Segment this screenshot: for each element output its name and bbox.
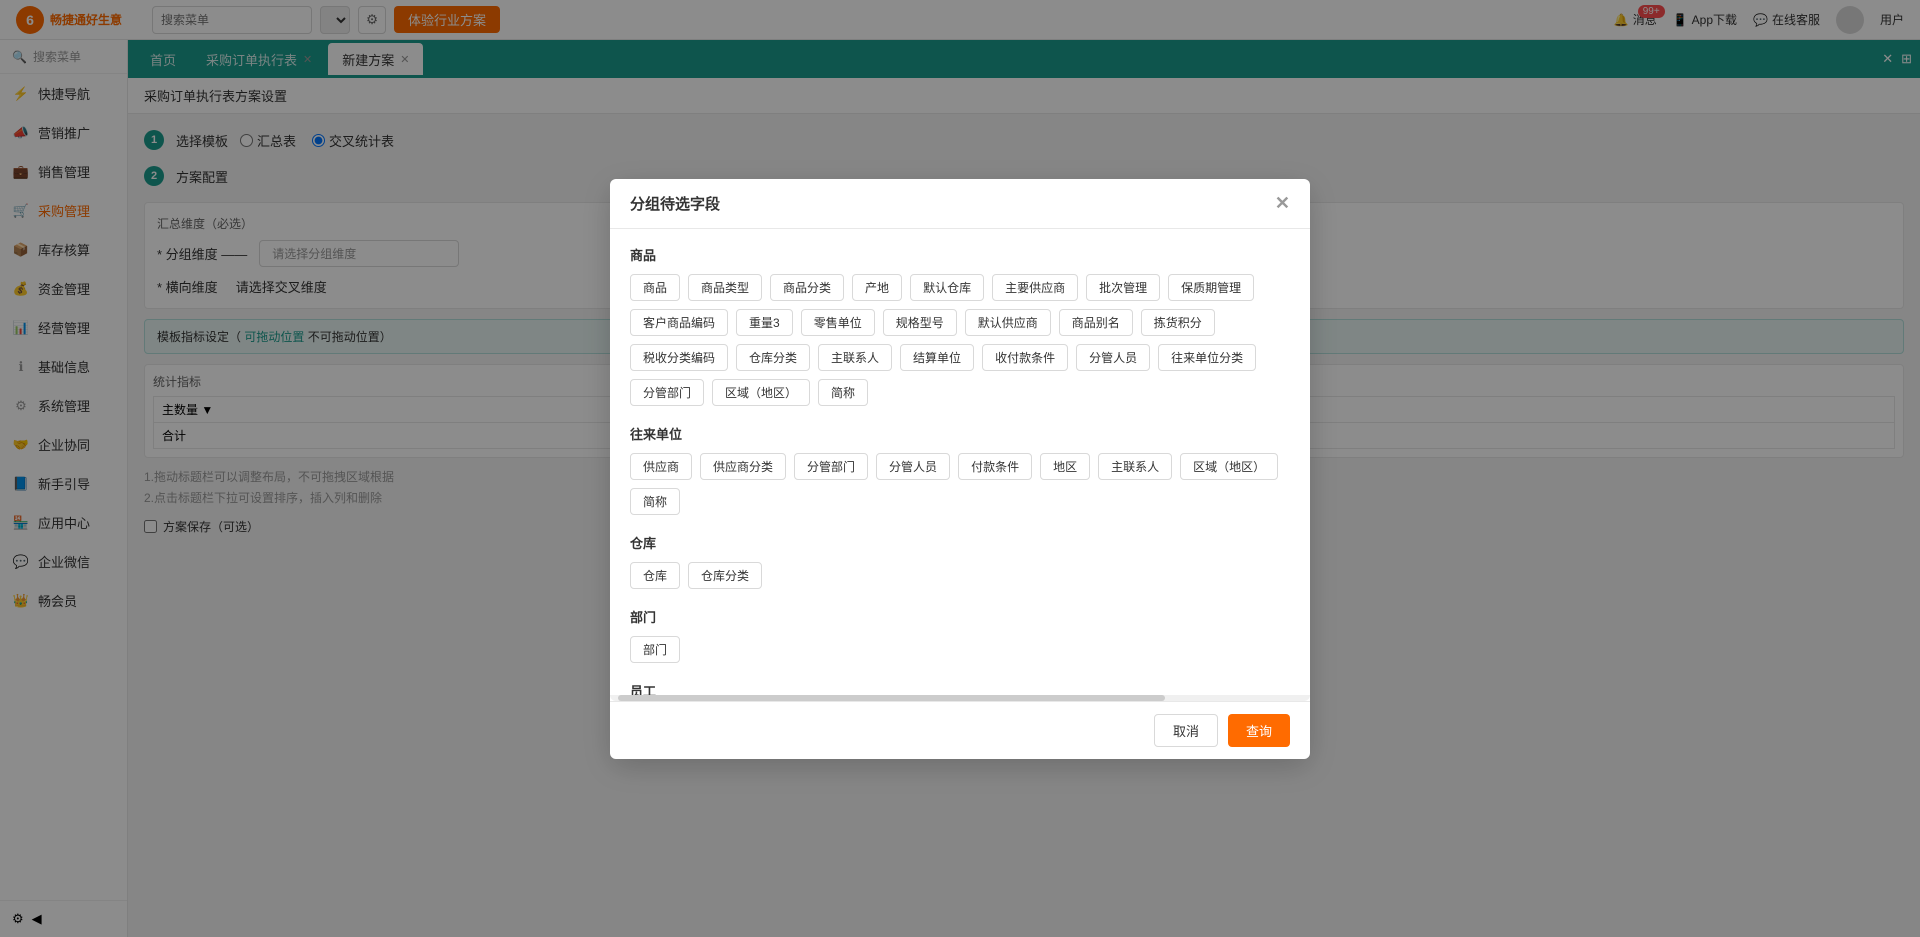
- field-tag-0-16[interactable]: 仓库分类: [736, 344, 810, 371]
- field-tag-0-4[interactable]: 默认仓库: [910, 274, 984, 301]
- modal-footer: 取消 查询: [610, 701, 1310, 759]
- field-tag-1-0[interactable]: 供应商: [630, 453, 692, 480]
- field-tag-1-1[interactable]: 供应商分类: [700, 453, 786, 480]
- field-tag-0-19[interactable]: 收付款条件: [982, 344, 1068, 371]
- modal-close-button[interactable]: ✕: [1275, 193, 1290, 214]
- modal-header: 分组待选字段 ✕: [610, 179, 1310, 229]
- field-tags-3: 部门: [630, 636, 1290, 663]
- field-tag-1-7[interactable]: 区域（地区）: [1180, 453, 1278, 480]
- field-tag-0-17[interactable]: 主联系人: [818, 344, 892, 371]
- field-tag-0-6[interactable]: 批次管理: [1086, 274, 1160, 301]
- field-tag-0-0[interactable]: 商品: [630, 274, 680, 301]
- modal-title: 分组待选字段: [630, 193, 720, 214]
- field-tags-1: 供应商供应商分类分管部门分管人员付款条件地区主联系人区域（地区） 简称: [630, 453, 1290, 515]
- section-title-2: 仓库: [630, 533, 1290, 552]
- field-tag-0-21[interactable]: 往来单位分类: [1158, 344, 1256, 371]
- section-title-0: 商品: [630, 245, 1290, 264]
- field-section-0: 商品商品商品类型商品分类产地默认仓库主要供应商批次管理保质期管理客户商品编码重量…: [630, 245, 1290, 406]
- field-tag-0-22[interactable]: 分管部门: [630, 379, 704, 406]
- field-tag-0-14[interactable]: 拣货积分: [1141, 309, 1215, 336]
- field-tag-3-0[interactable]: 部门: [630, 636, 680, 663]
- field-tag-1-6[interactable]: 主联系人: [1098, 453, 1172, 480]
- field-tag-1-2[interactable]: 分管部门: [794, 453, 868, 480]
- field-tag-0-11[interactable]: 规格型号: [883, 309, 957, 336]
- modal: 分组待选字段 ✕ 商品商品商品类型商品分类产地默认仓库主要供应商批次管理保质期管…: [610, 179, 1310, 759]
- field-tag-0-23[interactable]: 区域（地区）: [712, 379, 810, 406]
- field-tag-1-3[interactable]: 分管人员: [876, 453, 950, 480]
- field-tag-1-4[interactable]: 付款条件: [958, 453, 1032, 480]
- field-tag-2-0[interactable]: 仓库: [630, 562, 680, 589]
- field-tag-0-10[interactable]: 零售单位: [801, 309, 875, 336]
- field-tag-0-3[interactable]: 产地: [852, 274, 902, 301]
- modal-overlay: 分组待选字段 ✕ 商品商品商品类型商品分类产地默认仓库主要供应商批次管理保质期管…: [0, 0, 1920, 937]
- field-tag-0-15[interactable]: 税收分类编码: [630, 344, 728, 371]
- field-tag-0-18[interactable]: 结算单位: [900, 344, 974, 371]
- field-tag-0-8[interactable]: 客户商品编码: [630, 309, 728, 336]
- field-section-1: 往来单位供应商供应商分类分管部门分管人员付款条件地区主联系人区域（地区） 简称: [630, 424, 1290, 515]
- field-tag-0-12[interactable]: 默认供应商: [965, 309, 1051, 336]
- field-tag-0-7[interactable]: 保质期管理: [1168, 274, 1254, 301]
- field-tag-0-24[interactable]: 简称: [818, 379, 868, 406]
- field-section-4: 员工业务员: [630, 681, 1290, 695]
- field-tag-0-2[interactable]: 商品分类: [770, 274, 844, 301]
- modal-body[interactable]: 商品商品商品类型商品分类产地默认仓库主要供应商批次管理保质期管理客户商品编码重量…: [610, 229, 1310, 695]
- field-tags-2: 仓库仓库分类: [630, 562, 1290, 589]
- field-tag-0-1[interactable]: 商品类型: [688, 274, 762, 301]
- field-tag-1-8[interactable]: 简称: [630, 488, 680, 515]
- field-tag-0-9[interactable]: 重量3: [736, 309, 793, 336]
- field-section-2: 仓库仓库仓库分类: [630, 533, 1290, 589]
- section-title-1: 往来单位: [630, 424, 1290, 443]
- field-tag-0-20[interactable]: 分管人员: [1076, 344, 1150, 371]
- field-tag-1-5[interactable]: 地区: [1040, 453, 1090, 480]
- field-tags-0: 商品商品类型商品分类产地默认仓库主要供应商批次管理保质期管理客户商品编码重量3 零…: [630, 274, 1290, 406]
- cancel-button[interactable]: 取消: [1154, 714, 1218, 747]
- section-title-4: 员工: [630, 681, 1290, 695]
- field-tag-2-1[interactable]: 仓库分类: [688, 562, 762, 589]
- field-tag-0-5[interactable]: 主要供应商: [992, 274, 1078, 301]
- section-title-3: 部门: [630, 607, 1290, 626]
- confirm-button[interactable]: 查询: [1228, 714, 1290, 747]
- field-section-3: 部门部门: [630, 607, 1290, 663]
- field-tag-0-13[interactable]: 商品别名: [1059, 309, 1133, 336]
